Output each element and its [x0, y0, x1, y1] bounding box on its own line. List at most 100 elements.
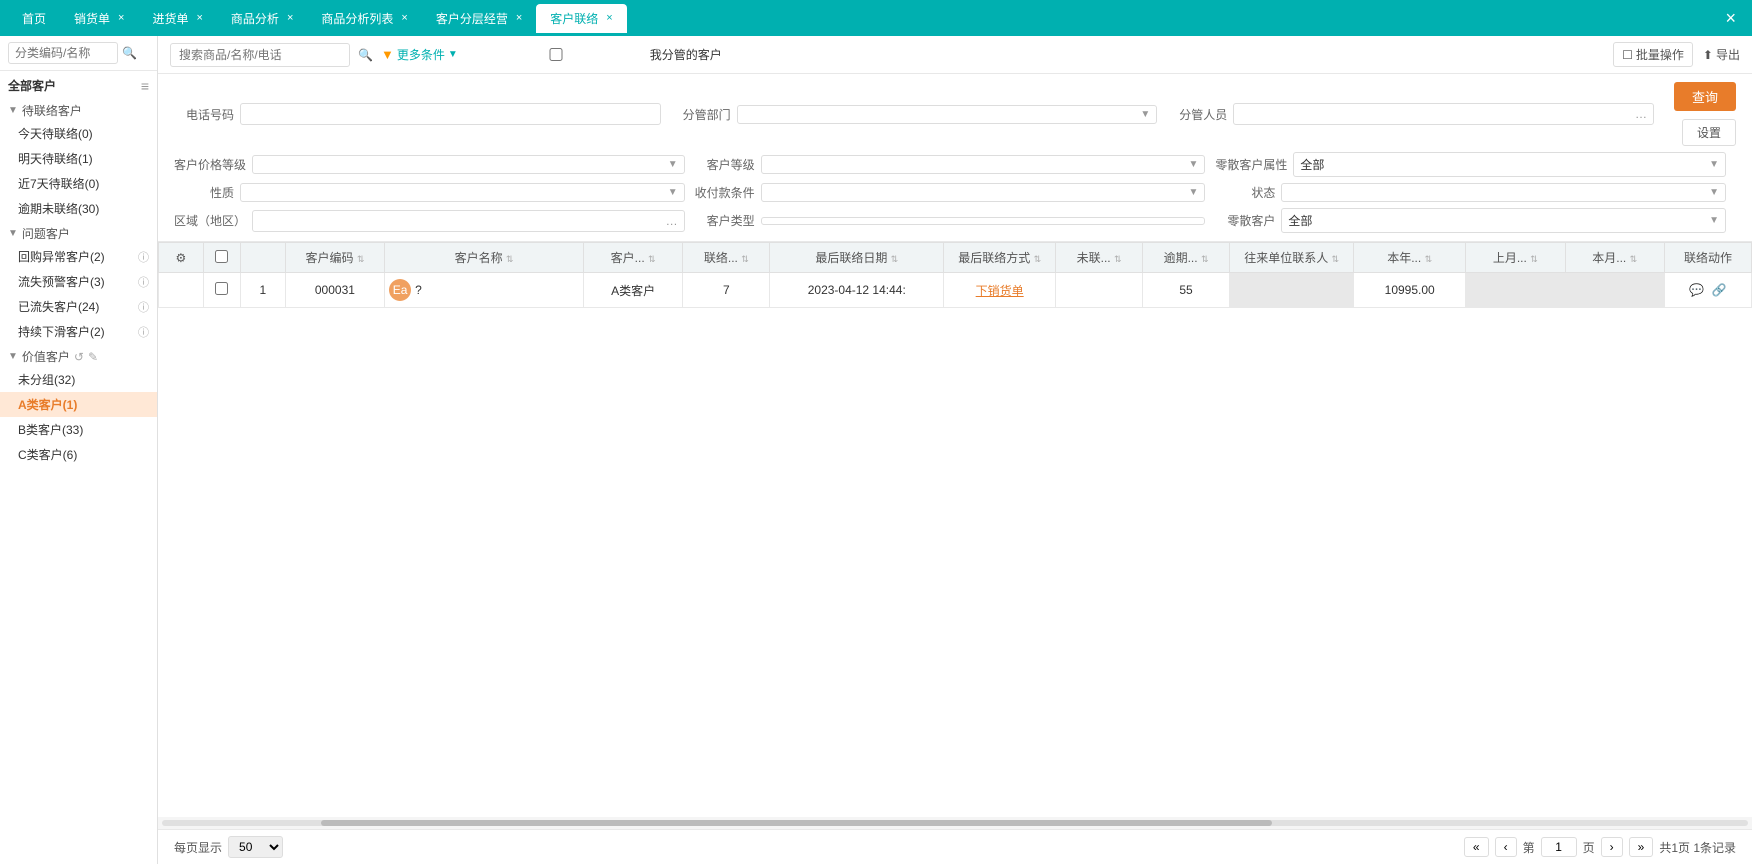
next-page-button[interactable]: ›: [1601, 837, 1623, 857]
nav-tab-customer-segment[interactable]: 客户分层经营 ×: [422, 4, 536, 33]
close-customer-contact-tab[interactable]: ×: [606, 12, 612, 24]
row-checkbox[interactable]: [215, 282, 228, 295]
customer-type-select[interactable]: [761, 217, 1206, 225]
scrollbar-track[interactable]: [162, 820, 1748, 826]
row-lastway-cell[interactable]: 下销货单: [944, 273, 1056, 308]
sort-lastmonth-icon: ⇅: [1530, 254, 1538, 264]
last-page-button[interactable]: »: [1629, 837, 1654, 857]
sidebar-group-pending: ▼ 待联络客户: [0, 98, 157, 121]
sidebar-item-overdue[interactable]: 逾期未联络(30): [0, 196, 157, 221]
status-chevron-icon: ▼: [1709, 187, 1719, 198]
col-header-lastdate[interactable]: 最后联络日期 ⇅: [770, 243, 944, 273]
col-header-lastmonth[interactable]: 上月... ⇅: [1466, 243, 1565, 273]
col-header-name[interactable]: 客户名称 ⇅: [385, 243, 584, 273]
message-action-icon[interactable]: 💬: [1689, 283, 1704, 297]
filter-nature: 性质 ▼: [174, 183, 695, 202]
lastway-link[interactable]: 下销货单: [976, 284, 1024, 298]
nav-tab-sales[interactable]: 销货单 ×: [60, 4, 138, 33]
sidebar-search-area: 🔍: [0, 36, 157, 71]
sidebar-item-class-b[interactable]: B类客户(33): [0, 417, 157, 442]
my-customers-checkbox[interactable]: [466, 48, 646, 61]
horizontal-scrollbar[interactable]: [158, 817, 1752, 829]
col-header-check[interactable]: [203, 243, 240, 273]
region-dots-icon[interactable]: …: [666, 214, 678, 228]
window-close-button[interactable]: ×: [1717, 8, 1744, 29]
sidebar-item-unclassified[interactable]: 未分组(32): [0, 367, 157, 392]
select-all-checkbox[interactable]: [215, 250, 228, 263]
price-grade-select[interactable]: ▼: [252, 155, 685, 174]
retail-customer-select[interactable]: 全部 ▼: [1281, 208, 1726, 233]
value-edit-icon[interactable]: ✎: [88, 350, 98, 364]
status-select[interactable]: ▼: [1281, 183, 1726, 202]
sidebar-item-7days[interactable]: 近7天待联络(0): [0, 171, 157, 196]
sidebar-item-class-a[interactable]: A类客户(1): [0, 392, 157, 417]
col-header-lastway[interactable]: 最后联络方式 ⇅: [944, 243, 1056, 273]
filter-search-icon[interactable]: 🔍: [358, 48, 373, 62]
sidebar-collapse-icon[interactable]: ≡: [141, 78, 149, 94]
nav-tab-home[interactable]: 首页: [8, 4, 60, 33]
all-customer-label: 全部客户: [8, 77, 56, 94]
data-table-container: ⚙ 客户编码 ⇅ 客户名称 ⇅: [158, 242, 1752, 817]
col-header-settings[interactable]: ⚙: [159, 243, 204, 273]
sidebar-item-today[interactable]: 今天待联络(0): [0, 121, 157, 146]
query-button[interactable]: 查询: [1674, 82, 1736, 111]
sidebar-item-churn-warning[interactable]: 流失预警客户(3) ⓘ: [0, 269, 157, 294]
manager-dots-icon[interactable]: …: [1635, 107, 1647, 121]
gear-icon[interactable]: ⚙: [175, 251, 186, 265]
col-header-thismonth[interactable]: 本月... ⇅: [1565, 243, 1664, 273]
sidebar-item-declining[interactable]: 持续下滑客户(2) ⓘ: [0, 319, 157, 344]
col-header-nocontact[interactable]: 未联... ⇅: [1056, 243, 1143, 273]
export-button[interactable]: ⬆ 导出: [1703, 46, 1740, 63]
my-customers-checkbox-container[interactable]: 我分管的客户: [466, 46, 722, 63]
adv-filter-row-3: 性质 ▼ 收付款条件 ▼ 状态: [174, 183, 1736, 202]
close-sales-tab[interactable]: ×: [118, 12, 124, 24]
sidebar-search-input[interactable]: [8, 42, 118, 64]
sidebar-all-customer-header[interactable]: 全部客户 ≡: [0, 71, 157, 98]
sidebar-item-class-c[interactable]: C类客户(6): [0, 442, 157, 467]
page-size-select[interactable]: 50 100 200: [228, 836, 283, 858]
sidebar-item-churned[interactable]: 已流失客户(24) ⓘ: [0, 294, 157, 319]
nav-tab-purchase[interactable]: 进货单 ×: [138, 4, 216, 33]
more-filters-button[interactable]: ▼ 更多条件 ▼: [381, 46, 458, 63]
row-check-cell[interactable]: [203, 273, 240, 308]
search-input[interactable]: [170, 43, 350, 67]
batch-op-button[interactable]: ☐ 批量操作: [1613, 42, 1693, 67]
sidebar-item-repurchase-abnormal[interactable]: 回购异常客户(2) ⓘ: [0, 244, 157, 269]
nav-tab-analysis[interactable]: 商品分析 ×: [217, 4, 307, 33]
first-page-button[interactable]: «: [1464, 837, 1489, 857]
sidebar-item-tomorrow[interactable]: 明天待联络(1): [0, 146, 157, 171]
col-header-thisyear[interactable]: 本年... ⇅: [1354, 243, 1466, 273]
payment-select[interactable]: ▼: [761, 183, 1206, 202]
dept-select[interactable]: ▼: [737, 105, 1158, 124]
col-header-overdue[interactable]: 逾期... ⇅: [1143, 243, 1230, 273]
col-header-code[interactable]: 客户编码 ⇅: [285, 243, 384, 273]
advanced-filter: 电话号码 分管部门 ▼ 分管人员 …: [158, 74, 1752, 242]
value-refresh-icon[interactable]: ↺: [74, 350, 84, 364]
close-customer-segment-tab[interactable]: ×: [516, 12, 522, 24]
retail-customer-label: 零散客户: [1215, 212, 1275, 229]
adv-filter-actions: 查询 设置: [1664, 82, 1736, 146]
sidebar-search-icon[interactable]: 🔍: [122, 46, 137, 60]
manager-select[interactable]: …: [1233, 103, 1654, 125]
manager-label: 分管人员: [1167, 106, 1227, 123]
prev-page-button[interactable]: ‹: [1495, 837, 1517, 857]
retail-attr-select[interactable]: 全部 ▼: [1293, 152, 1726, 177]
row-code-cell: 000031: [285, 273, 384, 308]
link-action-icon[interactable]: 🔗: [1712, 283, 1727, 297]
page-number-input[interactable]: [1541, 837, 1577, 857]
col-header-contact[interactable]: 联络... ⇅: [683, 243, 770, 273]
nature-select[interactable]: ▼: [240, 183, 685, 202]
sidebar-group-problem: ▼ 问题客户: [0, 221, 157, 244]
region-select[interactable]: …: [252, 210, 685, 232]
nav-tab-customer-contact[interactable]: 客户联络 ×: [536, 4, 626, 33]
scrollbar-thumb[interactable]: [321, 820, 1273, 826]
close-analysis-list-tab[interactable]: ×: [401, 12, 407, 24]
settings-button[interactable]: 设置: [1682, 119, 1736, 146]
customer-grade-select[interactable]: ▼: [761, 155, 1206, 174]
col-header-prevunit[interactable]: 往来单位联系人 ⇅: [1230, 243, 1354, 273]
close-purchase-tab[interactable]: ×: [196, 12, 202, 24]
phone-input[interactable]: [240, 103, 661, 125]
nav-tab-analysis-list[interactable]: 商品分析列表 ×: [307, 4, 421, 33]
col-header-grade[interactable]: 客户... ⇅: [583, 243, 682, 273]
close-analysis-tab[interactable]: ×: [287, 12, 293, 24]
